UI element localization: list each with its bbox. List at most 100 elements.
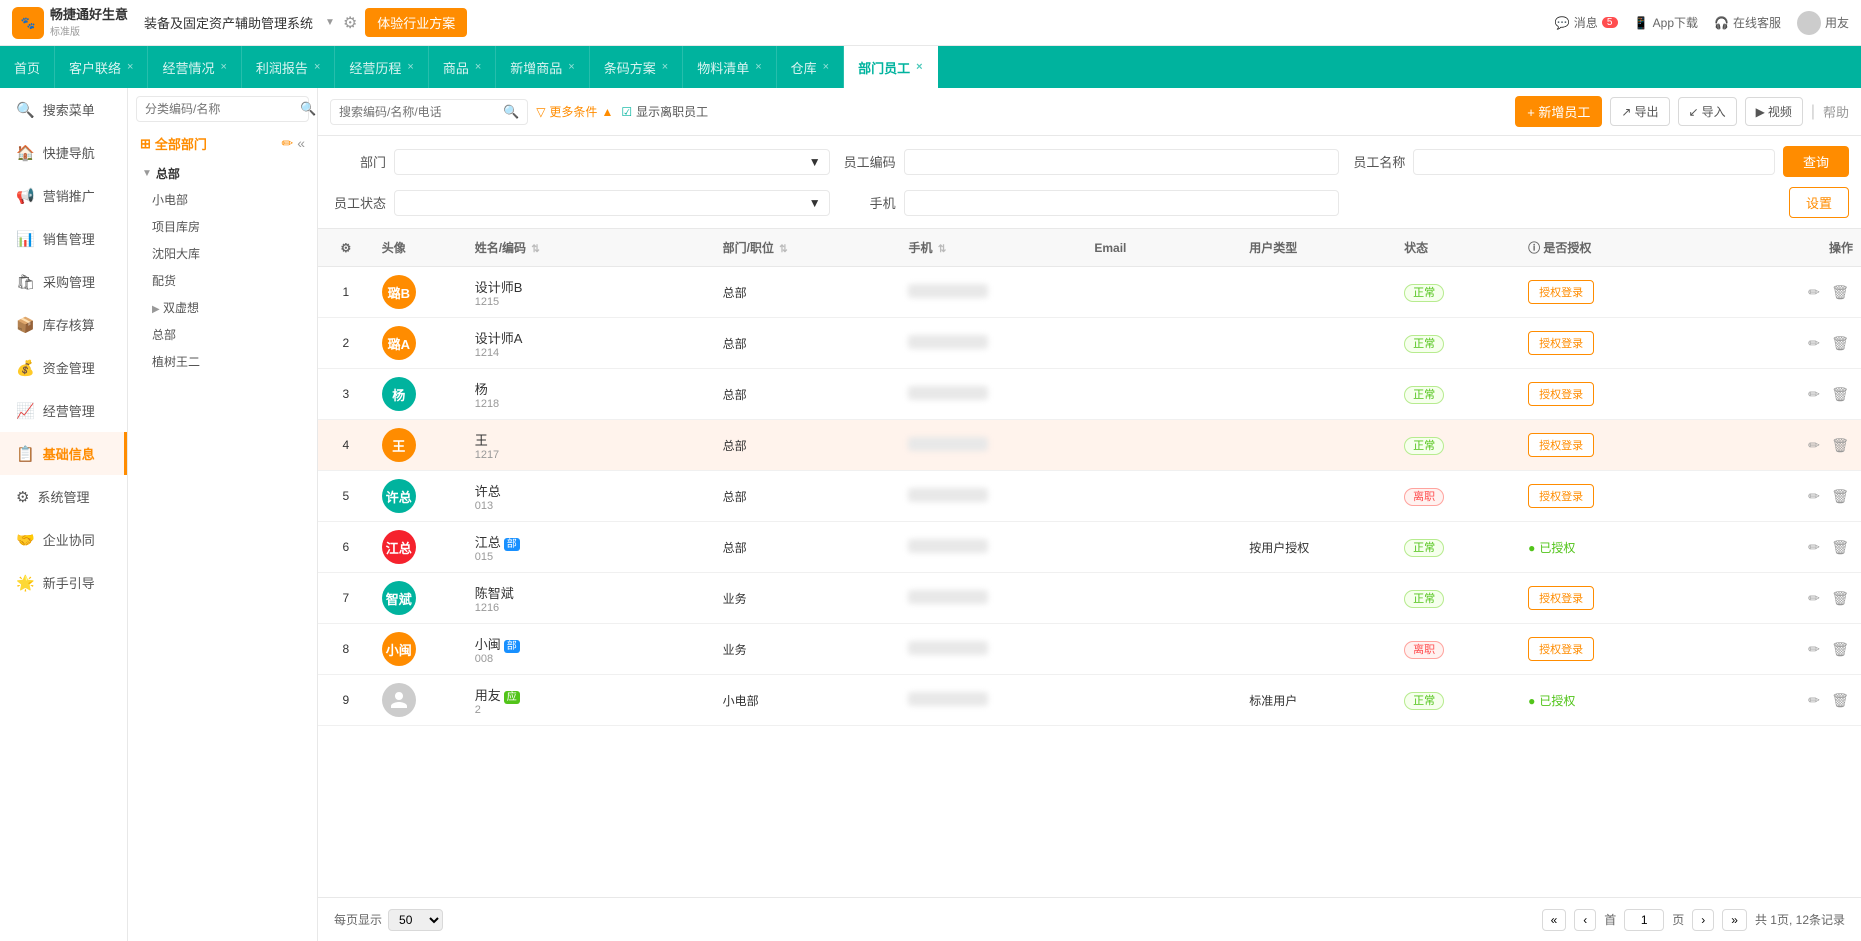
close-icon[interactable]: × [662,61,668,73]
tab-barcode[interactable]: 条码方案 × [590,46,683,88]
app-download-btn[interactable]: 📱 App下载 [1634,14,1698,31]
auth-login-btn[interactable]: 授权登录 [1528,280,1594,304]
close-icon[interactable]: × [916,61,922,73]
close-icon[interactable]: × [220,61,226,73]
dept-item-zhishu[interactable]: 植树王二 [136,348,309,375]
dept-item-xiangmukufang[interactable]: 项目库房 [136,213,309,240]
phone-input[interactable] [904,190,1340,216]
close-icon[interactable]: × [475,61,481,73]
auth-login-btn[interactable]: 授权登录 [1528,382,1594,406]
sidebar-item-search[interactable]: 🔍 搜索菜单 [0,88,127,131]
close-icon[interactable]: × [823,61,829,73]
delete-btn[interactable]: 🗑 [1827,639,1853,660]
online-service-btn[interactable]: 🎧 在线客服 [1714,14,1781,31]
video-btn[interactable]: ▶ 视频 [1745,97,1803,126]
sidebar-item-sales[interactable]: 📊 销售管理 [0,217,127,260]
sidebar-item-marketing[interactable]: 📢 营销推广 [0,174,127,217]
tab-dept-staff[interactable]: 部门员工 × [844,46,937,88]
settings-btn[interactable]: 设置 [1789,187,1849,218]
edit-btn[interactable]: ✏ [1804,639,1824,660]
message-btn[interactable]: 💬 消息 5 [1555,14,1618,31]
tab-customer[interactable]: 客户联络 × [55,46,148,88]
more-filter-btn[interactable]: ▽ 更多条件 ▲ [536,103,613,120]
tab-history[interactable]: 经营历程 × [335,46,428,88]
prev-page-btn[interactable]: ‹ [1574,909,1596,931]
delete-btn[interactable]: 🗑 [1827,486,1853,507]
sidebar-item-basic-info[interactable]: 📋 基础信息 [0,432,127,475]
settings-icon[interactable]: ⚙ [343,13,357,33]
col-phone[interactable]: 手机 ⇅ [900,229,1086,267]
edit-btn[interactable]: ✏ [1804,588,1824,609]
query-btn[interactable]: 查询 [1783,146,1849,177]
edit-btn[interactable]: ✏ [1804,486,1824,507]
sidebar-item-operations[interactable]: 📈 经营管理 [0,389,127,432]
dept-select[interactable]: ▼ [394,149,830,175]
sidebar-item-system[interactable]: ⚙ 系统管理 [0,475,127,518]
dept-search-box[interactable]: 🔍 [136,96,309,122]
add-employee-btn[interactable]: + 新增员工 [1515,96,1602,127]
auth-login-btn[interactable]: 授权登录 [1528,586,1594,610]
delete-btn[interactable]: 🗑 [1827,333,1853,354]
show-resigned-toggle[interactable]: ☑ 显示离职员工 [621,103,708,120]
delete-btn[interactable]: 🗑 [1827,435,1853,456]
export-btn[interactable]: ↗ 导出 [1610,97,1669,126]
dept-item-shuangxuxiang[interactable]: ▶ 双虚想 [136,294,309,321]
tab-warehouse[interactable]: 仓库 × [777,46,844,88]
dept-group-zongbu[interactable]: ▼ 总部 [136,161,309,186]
dept-item-peihuo[interactable]: 配货 [136,267,309,294]
dept-item-xiaodiandu[interactable]: 小电部 [136,186,309,213]
user-btn[interactable]: 用友 [1797,11,1849,35]
col-name-code[interactable]: 姓名/编码 ⇅ [467,229,715,267]
collapse-dept-icon[interactable]: « [297,135,305,152]
close-icon[interactable]: × [314,61,320,73]
edit-btn[interactable]: ✏ [1804,435,1824,456]
delete-btn[interactable]: 🗑 [1827,690,1853,711]
tab-bom[interactable]: 物料清单 × [683,46,776,88]
close-icon[interactable]: × [568,61,574,73]
edit-btn[interactable]: ✏ [1804,384,1824,405]
close-icon[interactable]: × [755,61,761,73]
emp-name-input[interactable] [1413,149,1775,175]
auth-login-btn[interactable]: 授权登录 [1528,331,1594,355]
tab-home[interactable]: 首页 [0,46,55,88]
delete-btn[interactable]: 🗑 [1827,282,1853,303]
delete-btn[interactable]: 🗑 [1827,537,1853,558]
sidebar-item-purchase[interactable]: 🛍 采购管理 [0,260,127,303]
delete-btn[interactable]: 🗑 [1827,588,1853,609]
tab-goods[interactable]: 商品 × [429,46,496,88]
dept-item-shenyangdaku[interactable]: 沈阳大库 [136,240,309,267]
sidebar-item-finance[interactable]: 💰 资金管理 [0,346,127,389]
tab-new-goods[interactable]: 新增商品 × [496,46,589,88]
system-title-dropdown[interactable]: ▼ [325,17,335,28]
experience-btn[interactable]: 体验行业方案 [365,8,467,37]
col-dept-pos[interactable]: 部门/职位 ⇅ [715,229,901,267]
edit-btn[interactable]: ✏ [1804,537,1824,558]
close-icon[interactable]: × [407,61,413,73]
edit-btn[interactable]: ✏ [1804,690,1824,711]
edit-btn[interactable]: ✏ [1804,282,1824,303]
emp-status-select[interactable]: ▼ [394,190,830,216]
all-dept-btn[interactable]: ⊞ 全部部门 [140,134,207,153]
next-page-btn[interactable]: › [1692,909,1714,931]
tab-profit[interactable]: 利润报告 × [242,46,335,88]
emp-code-input[interactable] [904,149,1340,175]
search-box[interactable]: 🔍 [330,99,528,125]
search-input[interactable] [339,105,499,119]
delete-btn[interactable]: 🗑 [1827,384,1853,405]
auth-login-btn[interactable]: 授权登录 [1528,433,1594,457]
sidebar-item-collab[interactable]: 🤝 企业协同 [0,518,127,561]
auth-login-btn[interactable]: 授权登录 [1528,637,1594,661]
page-size-select[interactable]: 50 100 200 [388,909,443,931]
dept-search-input[interactable] [145,102,300,116]
edit-dept-icon[interactable]: ✏ [281,135,293,152]
tab-operation[interactable]: 经营情况 × [148,46,241,88]
import-btn[interactable]: ↙ 导入 [1678,97,1737,126]
last-page-btn[interactable]: » [1722,909,1747,931]
first-page-btn[interactable]: « [1542,909,1567,931]
auth-login-btn[interactable]: 授权登录 [1528,484,1594,508]
close-icon[interactable]: × [127,61,133,73]
help-label[interactable]: 帮助 [1823,102,1849,121]
sidebar-item-guide[interactable]: 🌟 新手引导 [0,561,127,604]
dept-item-zongbu2[interactable]: 总部 [136,321,309,348]
page-input[interactable] [1624,909,1664,931]
